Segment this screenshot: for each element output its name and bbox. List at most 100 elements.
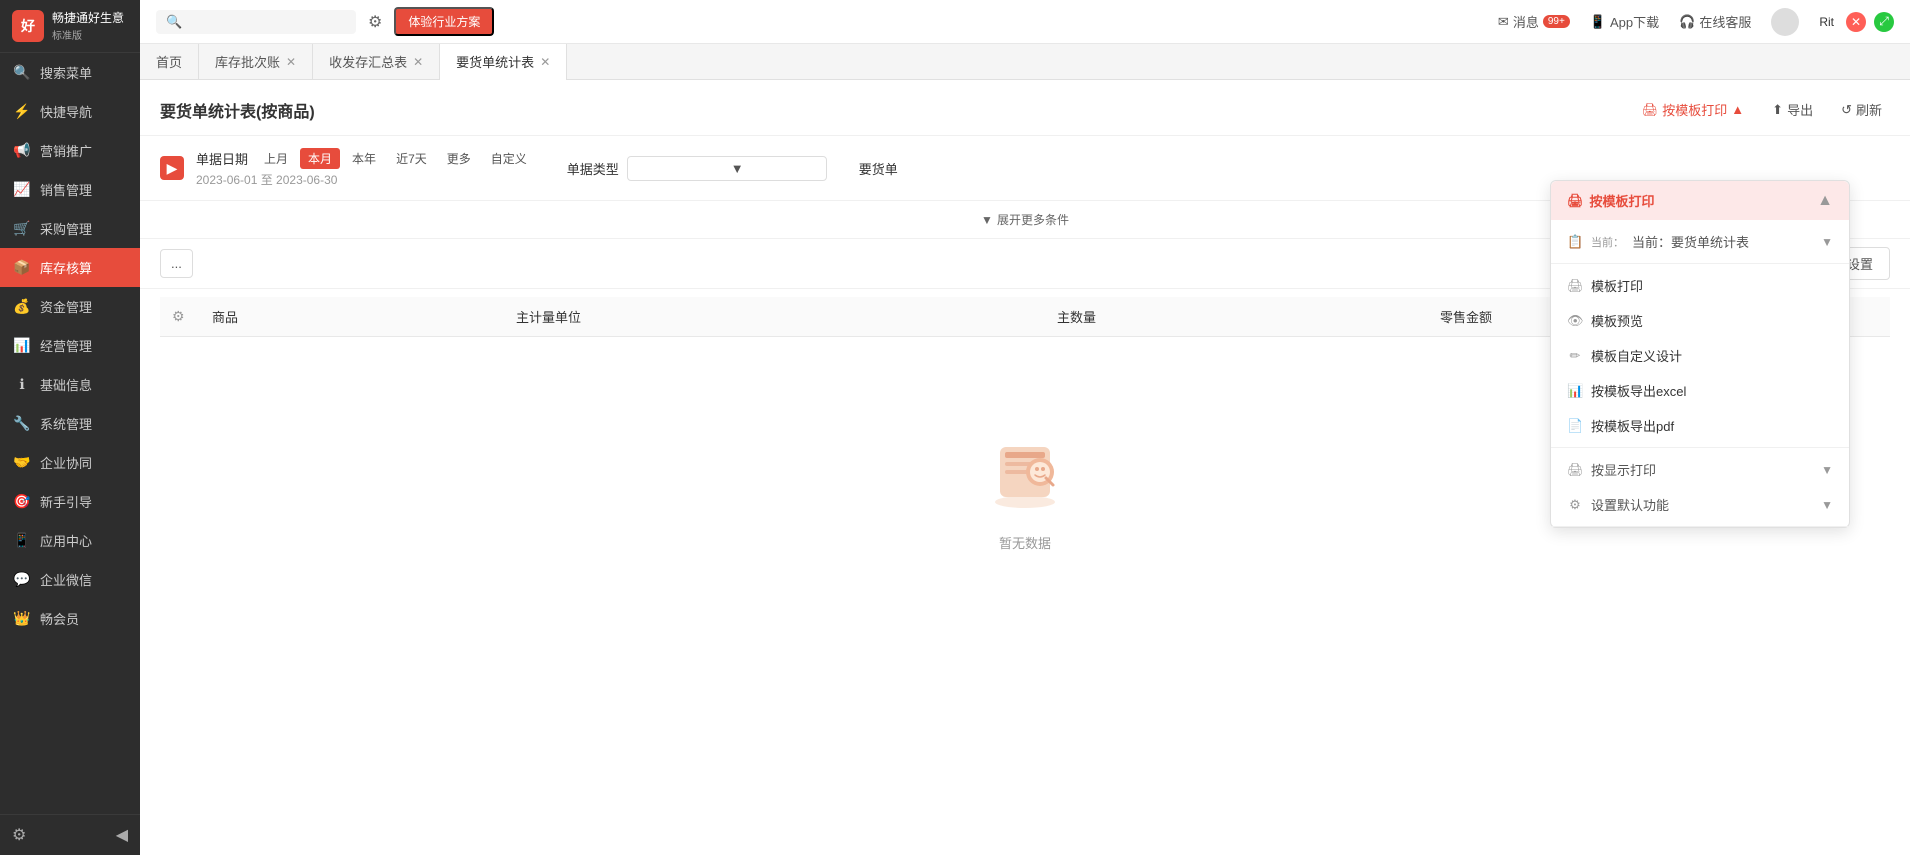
- window-close-button[interactable]: ✕: [1846, 12, 1866, 32]
- template-icon: 📋: [1567, 234, 1583, 250]
- sidebar-item-finance[interactable]: 💰 资金管理: [0, 287, 140, 326]
- current-template-section: 📋 当前： 当前：要货单统计表 ▼: [1551, 220, 1849, 264]
- set-default-chevron-icon: ▼: [1821, 498, 1833, 512]
- col-quantity: 主数量: [1045, 297, 1428, 337]
- tab-order-summary[interactable]: 要货单统计表 ✕: [440, 44, 567, 80]
- print-dropdown-title: 按模板打印: [1590, 191, 1655, 210]
- set-default-left: ⚙ 设置默认功能: [1567, 495, 1669, 514]
- tab-receivables-summary[interactable]: 收发存汇总表 ✕: [313, 44, 440, 80]
- tab-close-receivables[interactable]: ✕: [413, 55, 423, 69]
- tab-home[interactable]: 首页: [140, 44, 199, 80]
- print-template-button[interactable]: 🖨 按模板打印 ▲: [1634, 96, 1752, 123]
- search-icon: 🔍: [12, 64, 32, 81]
- sidebar-item-wechat[interactable]: 💬 企业微信: [0, 560, 140, 599]
- export-icon: ⬆: [1772, 102, 1783, 118]
- col-settings[interactable]: ⚙: [160, 297, 200, 337]
- app-version: 标准版: [52, 27, 124, 42]
- sales-icon: 📈: [12, 181, 32, 198]
- app-download-item[interactable]: 📱 App下载: [1590, 12, 1659, 31]
- finance-icon: 💰: [12, 298, 32, 315]
- sidebar-item-enterprise[interactable]: 🤝 企业协同: [0, 443, 140, 482]
- messages-item[interactable]: ✉ 消息 99+: [1498, 12, 1570, 31]
- refresh-button[interactable]: ↺ 刷新: [1833, 96, 1890, 123]
- quick-nav-icon: ⚡: [12, 103, 32, 120]
- purchase-icon: 🛒: [12, 220, 32, 237]
- sidebar-item-operations[interactable]: 📊 经营管理: [0, 326, 140, 365]
- sidebar-item-basic[interactable]: ℹ 基础信息: [0, 365, 140, 404]
- current-template-left: 📋 当前： 当前：要货单统计表: [1567, 232, 1749, 251]
- online-service-item[interactable]: 🎧 在线客服: [1679, 12, 1751, 31]
- template-export-excel-item[interactable]: 📊 按模板导出excel: [1551, 373, 1849, 408]
- refresh-icon: ↺: [1841, 102, 1852, 118]
- filter-expand-button[interactable]: ▶: [160, 156, 184, 180]
- tab-inventory-batch[interactable]: 库存批次账 ✕: [199, 44, 313, 80]
- sidebar-item-app-center[interactable]: 📱 应用中心: [0, 521, 140, 560]
- date-range-display: 2023-06-01 至 2023-06-30: [196, 171, 535, 188]
- prev-month-button[interactable]: 上月: [256, 148, 296, 169]
- date-label: 单据日期: [196, 149, 248, 168]
- display-print-item[interactable]: 🖨 按显示打印 ▼: [1551, 452, 1849, 487]
- content-area: 要货单统计表(按商品) 🖨 按模板打印 ▲ ⬆ 导出 ↺ 刷新 ▶: [140, 80, 1910, 855]
- sidebar-item-sales[interactable]: 📈 销售管理: [0, 170, 140, 209]
- sidebar-item-quick-nav[interactable]: ⚡ 快捷导航: [0, 92, 140, 131]
- avatar[interactable]: [1771, 8, 1799, 36]
- sidebar-item-inventory[interactable]: 📦 库存核算: [0, 248, 140, 287]
- sidebar-item-system[interactable]: 🔧 系统管理: [0, 404, 140, 443]
- app-logo: 好 畅捷通好生意 标准版: [0, 0, 140, 53]
- topbar-search-icon: 🔍: [166, 14, 182, 30]
- print-icon: 🖨: [1642, 102, 1659, 118]
- print-dropdown-header: 🖨 按模板打印 ▲: [1551, 181, 1849, 220]
- more-options-button[interactable]: ...: [160, 249, 193, 278]
- more-date-button[interactable]: 更多: [439, 148, 479, 169]
- basic-icon: ℹ: [12, 376, 32, 393]
- table-setting-icon[interactable]: ⚙: [172, 308, 185, 324]
- sidebar-item-search[interactable]: 🔍 搜索菜单: [0, 53, 140, 92]
- sidebar-item-marketing[interactable]: 📢 营销推广: [0, 131, 140, 170]
- template-export-pdf-icon: 📄: [1567, 418, 1583, 434]
- empty-illustration: [975, 417, 1075, 517]
- template-custom-item[interactable]: ✏ 模板自定义设计: [1551, 338, 1849, 373]
- action-row-left: ...: [160, 249, 193, 278]
- export-button[interactable]: ⬆ 导出: [1764, 96, 1821, 123]
- sidebar-item-purchase[interactable]: 🛒 采购管理: [0, 209, 140, 248]
- window-maximize-button[interactable]: ⤢: [1874, 12, 1894, 32]
- template-export-pdf-item[interactable]: 📄 按模板导出pdf: [1551, 408, 1849, 443]
- current-year-button[interactable]: 本年: [344, 148, 384, 169]
- message-icon: ✉: [1498, 14, 1509, 30]
- app-download-icon: 📱: [1590, 14, 1606, 30]
- topbar-search-box[interactable]: 🔍: [156, 10, 356, 34]
- col-product: 商品: [200, 297, 504, 337]
- print-dropdown-close-button[interactable]: ▲: [1817, 192, 1833, 210]
- set-default-item[interactable]: ⚙ 设置默认功能 ▼: [1551, 487, 1849, 522]
- type-select[interactable]: ▼: [627, 156, 827, 181]
- custom-date-button[interactable]: 自定义: [483, 148, 535, 169]
- last-7-days-button[interactable]: 近7天: [388, 148, 435, 169]
- sidebar-item-member[interactable]: 👑 畅会员: [0, 599, 140, 638]
- settings-icon[interactable]: ⚙: [12, 825, 26, 845]
- topbar-search-input[interactable]: [188, 15, 328, 29]
- username-label: Rit: [1819, 15, 1834, 29]
- topbar-gear-icon[interactable]: ⚙: [368, 12, 382, 32]
- tab-close-order[interactable]: ✕: [540, 55, 550, 69]
- tabs-bar: 首页 库存批次账 ✕ 收发存汇总表 ✕ 要货单统计表 ✕: [140, 44, 1910, 80]
- template-print-item[interactable]: 🖨 模板打印: [1551, 268, 1849, 303]
- sidebar: 好 畅捷通好生意 标准版 🔍 搜索菜单 ⚡ 快捷导航 📢 营销推广 📈 销售管理…: [0, 0, 140, 855]
- current-template-item[interactable]: 📋 当前： 当前：要货单统计表 ▼: [1551, 224, 1849, 259]
- page-header: 要货单统计表(按商品) 🖨 按模板打印 ▲ ⬆ 导出 ↺ 刷新: [140, 80, 1910, 136]
- promo-button[interactable]: 体验行业方案: [394, 7, 494, 36]
- yihuo-label: 要货单: [859, 159, 898, 178]
- template-preview-item[interactable]: 👁 模板预览: [1551, 303, 1849, 338]
- tab-close-inventory-batch[interactable]: ✕: [286, 55, 296, 69]
- wechat-icon: 💬: [12, 571, 32, 588]
- sidebar-item-guide[interactable]: 🎯 新手引导: [0, 482, 140, 521]
- print-dropdown-panel: 🖨 按模板打印 ▲ 📋 当前： 当前：要货单统计表 ▼ 🖨: [1550, 180, 1850, 528]
- current-month-button[interactable]: 本月: [300, 148, 340, 169]
- expand-more-button[interactable]: ▼ 展开更多条件: [969, 207, 1081, 232]
- print-chevron-up-icon: ▲: [1731, 102, 1744, 117]
- print-dropdown-title-group: 🖨 按模板打印: [1567, 191, 1655, 210]
- operations-icon: 📊: [12, 337, 32, 354]
- topbar: 🔍 ⚙ 体验行业方案 ✉ 消息 99+ 📱 App下载 🎧 在线客服 Rit ✕: [140, 0, 1910, 44]
- set-default-icon: ⚙: [1567, 497, 1583, 513]
- display-print-left: 🖨 按显示打印: [1567, 460, 1656, 479]
- collapse-icon[interactable]: ◀: [116, 825, 128, 845]
